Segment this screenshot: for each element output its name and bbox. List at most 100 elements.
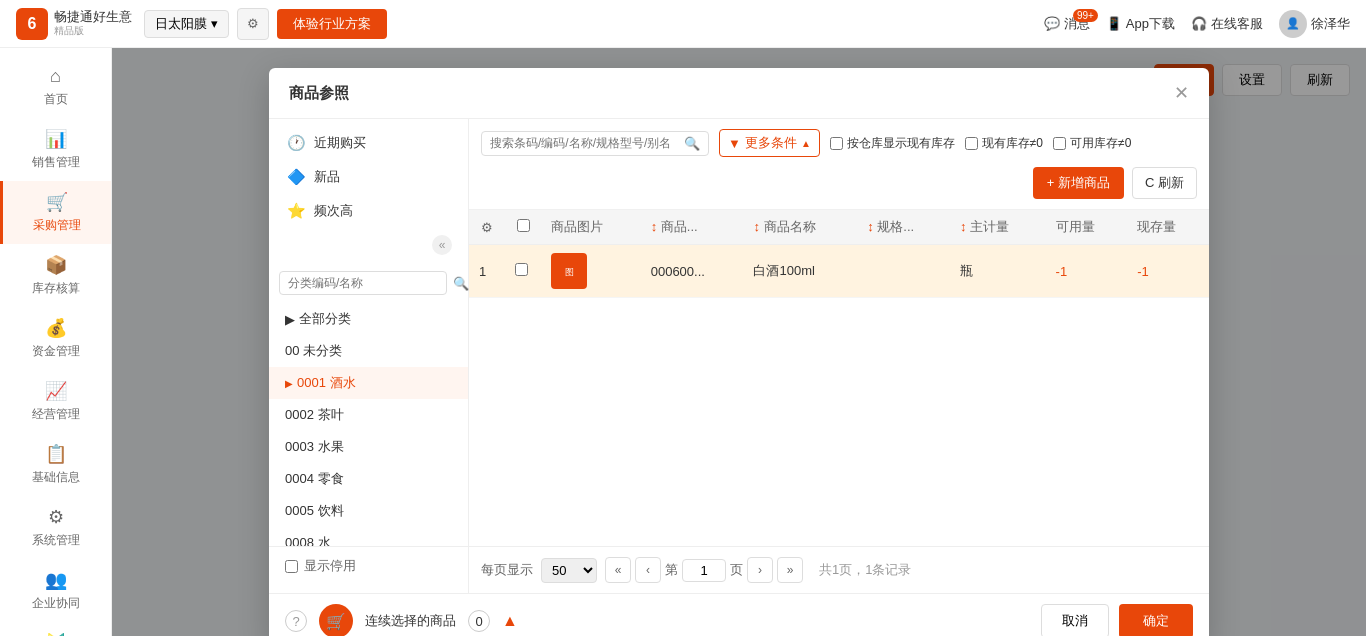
sidebar-item-system[interactable]: ⚙ 系统管理 [0, 496, 111, 559]
category-0008-label: 0008 水 [285, 534, 331, 546]
col-code[interactable]: ↕ 商品... [641, 210, 744, 245]
sidebar-item-basics[interactable]: 📋 基础信息 [0, 433, 111, 496]
checkbox-current-stock[interactable]: 现有库存≠0 [965, 135, 1043, 152]
product-search-input[interactable] [490, 136, 680, 150]
category-0005[interactable]: 0005 饮料 [269, 495, 468, 527]
purchase-icon: 🛒 [46, 191, 68, 213]
refresh-button[interactable]: C 刷新 [1132, 167, 1197, 199]
cancel-button[interactable]: 取消 [1041, 604, 1109, 636]
col-spec[interactable]: ↕ 规格... [857, 210, 950, 245]
row-checkbox[interactable] [515, 263, 528, 276]
category-0004-label: 0004 零食 [285, 470, 344, 488]
modal-header: 商品参照 ✕ [269, 68, 1209, 119]
category-0002[interactable]: 0002 茶叶 [269, 399, 468, 431]
category-all-label: 全部分类 [299, 310, 351, 328]
help-icon[interactable]: ? [285, 610, 307, 632]
right-panel: 🔍 ▼ 更多条件 ▲ 按仓库显示现有库存 [469, 119, 1209, 593]
col-gear[interactable]: ⚙ [469, 210, 505, 245]
product-thumbnail: 图 [551, 253, 587, 289]
checkbox-available-stock[interactable]: 可用库存≠0 [1053, 135, 1131, 152]
tab-new-products[interactable]: 🔷 新品 [277, 161, 460, 193]
logo-text: 畅捷通好生意 [54, 9, 132, 25]
row-image-cell: 图 [541, 245, 641, 298]
category-search-input[interactable] [279, 271, 447, 295]
sidebar-item-finance[interactable]: 💰 资金管理 [0, 307, 111, 370]
sidebar-item-collab[interactable]: 👥 企业协同 [0, 559, 111, 622]
table-row[interactable]: 1 图 [469, 245, 1209, 298]
pagination: 每页显示 50 10 20 100 « ‹ 第 [469, 546, 1209, 593]
checkbox-warehouse-stock[interactable]: 按仓库显示现有库存 [830, 135, 955, 152]
category-00[interactable]: 00 未分类 [269, 335, 468, 367]
sidebar-item-sales[interactable]: 📊 销售管理 [0, 118, 111, 181]
col-image: 商品图片 [541, 210, 641, 245]
current-stock-checkbox[interactable] [965, 137, 978, 150]
topbar-mid: 日太阳膜 ▾ ⚙ 体验行业方案 [144, 8, 1032, 40]
confirm-button[interactable]: 确定 [1119, 604, 1193, 636]
page-next-button[interactable]: › [747, 557, 773, 583]
page-prev-button[interactable]: ‹ [635, 557, 661, 583]
category-all[interactable]: ▶ 全部分类 [269, 303, 468, 335]
col-unit[interactable]: ↕ 主计量 [950, 210, 1046, 245]
warehouse-stock-checkbox[interactable] [830, 137, 843, 150]
row-checkbox-cell [505, 245, 541, 298]
app-download-button[interactable]: 📱 App下载 [1106, 15, 1175, 33]
tab-frequent[interactable]: ⭐ 频次高 [277, 195, 460, 227]
collapse-footer-icon[interactable]: ▲ [502, 612, 518, 630]
messages-badge: 99+ [1073, 9, 1098, 22]
row-spec [857, 245, 950, 298]
left-panel: 🕐 近期购买 🔷 新品 ⭐ 频次高 [269, 119, 469, 593]
category-0008[interactable]: 0008 水 [269, 527, 468, 546]
selected-count-badge: 0 [468, 610, 490, 632]
page-total-info: 共1页，1条记录 [819, 561, 911, 579]
footer-buttons: 取消 确定 [1041, 604, 1193, 636]
trial-button[interactable]: 体验行业方案 [277, 9, 387, 39]
sidebar-item-inventory[interactable]: 📦 库存核算 [0, 244, 111, 307]
available-stock-label: 可用库存≠0 [1070, 135, 1131, 152]
available-stock-checkbox[interactable] [1053, 137, 1066, 150]
left-panel-tabs: 🕐 近期购买 🔷 新品 ⭐ 频次高 [269, 127, 468, 227]
select-all-checkbox[interactable] [517, 219, 530, 232]
sidebar-item-operations[interactable]: 📈 经营管理 [0, 370, 111, 433]
cart-button[interactable]: 🛒 [319, 604, 353, 636]
logo-icon: 6 [16, 8, 48, 40]
page-last-button[interactable]: » [777, 557, 803, 583]
messages-button[interactable]: 💬 消息 99+ [1044, 15, 1090, 33]
col-available: 可用量 [1046, 210, 1128, 245]
page-nav: « ‹ 第 页 › » [605, 557, 803, 583]
product-search-icon[interactable]: 🔍 [684, 136, 700, 151]
per-page-select[interactable]: 50 10 20 100 [541, 558, 597, 583]
category-0004[interactable]: 0004 零食 [269, 463, 468, 495]
category-search-icon[interactable]: 🔍 [453, 276, 469, 291]
sort-icon-unit: ↕ [960, 219, 967, 234]
page-label2: 页 [730, 561, 743, 579]
sidebar-basics-label: 基础信息 [32, 469, 80, 486]
sidebar-item-purchase[interactable]: 🛒 采购管理 [0, 181, 111, 244]
online-service-button[interactable]: 🎧 在线客服 [1191, 15, 1263, 33]
user-menu[interactable]: 👤 徐泽华 [1279, 10, 1350, 38]
tab-recent-purchase[interactable]: 🕐 近期购买 [277, 127, 460, 159]
sidebar-item-guide[interactable]: 🔰 新手引导 [0, 622, 111, 636]
page-number-input[interactable] [682, 559, 726, 582]
col-name[interactable]: ↕ 商品名称 [743, 210, 857, 245]
modal-close-button[interactable]: ✕ [1174, 82, 1189, 104]
category-0001[interactable]: ▶ 0001 酒水 [269, 367, 468, 399]
modal-title: 商品参照 [289, 84, 349, 103]
star-icon: ⭐ [287, 202, 306, 220]
show-disabled-checkbox[interactable] [285, 560, 298, 573]
row-unit: 瓶 [950, 245, 1046, 298]
page-first-button[interactable]: « [605, 557, 631, 583]
store-selector[interactable]: 日太阳膜 ▾ [144, 10, 229, 38]
add-product-button[interactable]: + 新增商品 [1033, 167, 1124, 199]
more-filters-button[interactable]: ▼ 更多条件 ▲ [719, 129, 820, 157]
row-code: 000600... [641, 245, 744, 298]
sidebar-item-home[interactable]: ⌂ 首页 [0, 56, 111, 118]
sidebar: ⌂ 首页 📊 销售管理 🛒 采购管理 📦 库存核算 💰 资金管理 📈 经营管理 … [0, 48, 112, 636]
tab-new-label: 新品 [314, 168, 340, 186]
arrow-active-icon: ▶ [285, 378, 293, 389]
sort-icon-name: ↕ [753, 219, 760, 234]
inventory-icon: 📦 [45, 254, 67, 276]
category-0003[interactable]: 0003 水果 [269, 431, 468, 463]
svg-text:图: 图 [565, 267, 574, 277]
collapse-panel-button[interactable]: « [432, 235, 452, 255]
settings-icon[interactable]: ⚙ [237, 8, 269, 40]
